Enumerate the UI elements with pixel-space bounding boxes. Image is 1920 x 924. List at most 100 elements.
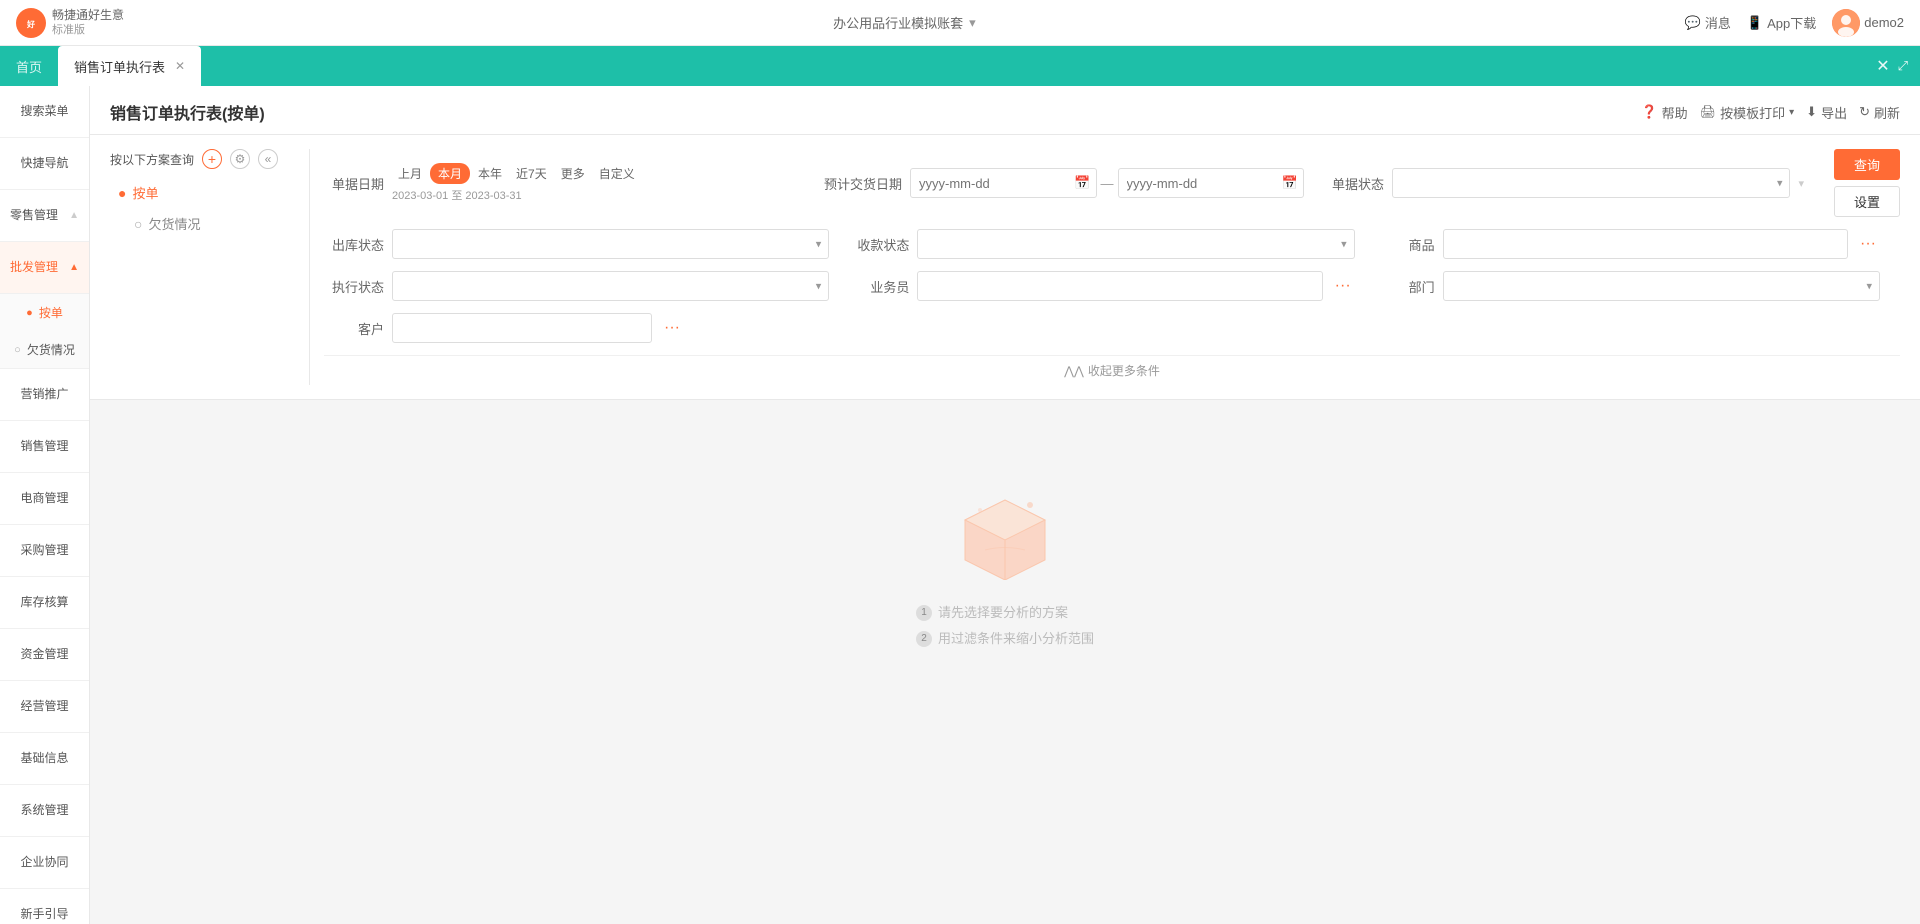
collapse-icon: ⋀⋀	[1064, 364, 1084, 378]
plan-item-order[interactable]: ● 按单	[110, 177, 295, 208]
help-btn[interactable]: ❓ 帮助	[1641, 103, 1687, 122]
date-range-sub: 2023-03-01 至 2023-03-31	[392, 187, 804, 203]
customer-more-btn[interactable]: ···	[660, 319, 684, 337]
tab-bar-right: ✕ ⤢	[1876, 56, 1920, 76]
query-btn[interactable]: 查询	[1834, 149, 1900, 180]
date-quick-7days[interactable]: 近7天	[510, 163, 553, 184]
customer-input[interactable]	[392, 313, 652, 343]
dropdown-icon[interactable]: ▾	[969, 15, 976, 31]
filter-right: 单据日期 上月 本月 本年 近7天 更多 自定义 2023-03-01 至 20…	[310, 149, 1900, 385]
sidebar-sub-item-credit[interactable]: ○ 欠货情况	[0, 331, 89, 368]
user-area[interactable]: demo2	[1832, 9, 1904, 37]
status-label: 单据状态	[1324, 174, 1384, 193]
tab-sales-order-exec[interactable]: 销售订单执行表 ✕	[58, 46, 201, 86]
plan-order-icon: ●	[118, 185, 126, 201]
empty-step-2: 2 用过滤条件来缩小分析范围	[916, 626, 1094, 652]
export-btn[interactable]: ⬇ 导出	[1806, 103, 1847, 122]
message-btn[interactable]: 💬 消息	[1685, 13, 1731, 32]
salesperson-input[interactable]	[917, 271, 1322, 301]
sidebar-sub-item-order[interactable]: ● 按单	[0, 294, 89, 331]
sidebar-item-newbie[interactable]: 新手引导	[0, 889, 89, 924]
step-num-2: 2	[916, 631, 932, 647]
expected-date-start-input[interactable]	[910, 168, 1097, 198]
add-plan-btn[interactable]: +	[202, 149, 222, 169]
empty-illustration	[945, 480, 1065, 580]
payment-status-select[interactable]	[917, 229, 1354, 259]
app-download-btn[interactable]: 📱 App下载	[1747, 13, 1816, 32]
empty-text: 1 请先选择要分析的方案 2 用过滤条件来缩小分析范围	[916, 600, 1094, 652]
sidebar-item-enterprise[interactable]: 企业协同	[0, 837, 89, 889]
sidebar-item-ecommerce[interactable]: 电商管理	[0, 473, 89, 525]
svg-text:好: 好	[26, 19, 35, 29]
sidebar-item-search[interactable]: 搜索菜单	[0, 86, 89, 138]
sidebar-item-quick-nav[interactable]: 快捷导航	[0, 138, 89, 190]
top-bar: 好 畅捷通好生意 标准版 办公用品行业模拟账套 ▾ 💬 消息 📱 App下载 d…	[0, 0, 1920, 46]
date-quick-custom[interactable]: 自定义	[593, 163, 641, 184]
filter-row-4: 客户 ···	[324, 313, 1900, 343]
sidebar-item-finance[interactable]: 资金管理	[0, 629, 89, 681]
tab-expand-btn[interactable]: ⤢	[1898, 58, 1908, 74]
help-icon: ❓	[1641, 104, 1657, 120]
expected-date-start-wrap: 📅	[910, 168, 1097, 198]
tab-close-all-btn[interactable]: ✕	[1876, 56, 1889, 76]
collapse-filter-area: ⋀⋀ 收起更多条件	[324, 355, 1900, 385]
status-select-wrapper	[1392, 168, 1790, 198]
date-separator: —	[1101, 176, 1114, 191]
tab-close-icon[interactable]: ✕	[175, 59, 185, 73]
sidebar-item-purchase[interactable]: 采购管理	[0, 525, 89, 577]
filter-group-delivery-status: 出库状态	[324, 229, 849, 259]
sidebar-item-system[interactable]: 系统管理	[0, 785, 89, 837]
status-expand-icon: ▾	[1798, 177, 1804, 190]
settings-btn[interactable]: 设置	[1834, 186, 1900, 217]
action-buttons: 查询 设置	[1834, 149, 1900, 217]
expected-date-range: 📅 — 📅	[910, 168, 1304, 198]
date-quick-more[interactable]: 更多	[555, 163, 591, 184]
sidebar-item-wholesale[interactable]: 批发管理 ▲	[0, 242, 89, 294]
main-layout: 搜索菜单 快捷导航 零售管理 ▲ 批发管理 ▲ ● 按单 ○ 欠货情况 营销推广	[0, 86, 1920, 924]
filter-group-exec-status: 执行状态	[324, 271, 849, 301]
tab-bar: 首页 销售订单执行表 ✕ ✕ ⤢	[0, 46, 1920, 86]
print-btn[interactable]: 🖨 按模板打印	[1700, 103, 1795, 122]
expected-date-end-input[interactable]	[1118, 168, 1305, 198]
avatar	[1832, 9, 1860, 37]
goods-more-btn[interactable]: ···	[1856, 235, 1880, 253]
date-quick-last-month[interactable]: 上月	[392, 163, 428, 184]
logo-area: 好 畅捷通好生意 标准版	[16, 8, 124, 38]
delivery-status-label: 出库状态	[324, 235, 384, 254]
delivery-status-select[interactable]	[392, 229, 829, 259]
date-quick-this-month[interactable]: 本月	[430, 163, 470, 184]
salesperson-label: 业务员	[849, 277, 909, 296]
filter-row-3: 执行状态 业务员 ··· 部门	[324, 271, 1900, 301]
refresh-btn[interactable]: ↻ 刷新	[1859, 103, 1900, 122]
payment-status-select-wrapper	[917, 229, 1354, 259]
top-bar-right: 💬 消息 📱 App下载 demo2	[1685, 9, 1904, 37]
salesperson-more-btn[interactable]: ···	[1331, 277, 1355, 295]
sidebar-item-inventory[interactable]: 库存核算	[0, 577, 89, 629]
plan-settings-btn[interactable]: ⚙	[230, 149, 250, 169]
dept-select[interactable]	[1443, 271, 1880, 301]
plan-collapse-btn[interactable]: «	[258, 149, 278, 169]
sidebar-item-marketing[interactable]: 营销推广	[0, 369, 89, 421]
retail-arrow-icon: ▲	[69, 209, 79, 223]
sidebar-item-basic[interactable]: 基础信息	[0, 733, 89, 785]
date-quick-this-year[interactable]: 本年	[472, 163, 508, 184]
filter-group-dept: 部门	[1375, 271, 1900, 301]
message-icon: 💬	[1685, 15, 1701, 31]
sidebar-item-operations[interactable]: 经营管理	[0, 681, 89, 733]
page-header: 销售订单执行表(按单) ❓ 帮助 🖨 按模板打印 ⬇ 导出 ↻ 刷新	[90, 86, 1920, 135]
print-icon: 🖨	[1700, 104, 1717, 120]
filter-row-2: 出库状态 收款状态	[324, 229, 1900, 259]
status-select[interactable]	[1392, 168, 1790, 198]
sidebar: 搜索菜单 快捷导航 零售管理 ▲ 批发管理 ▲ ● 按单 ○ 欠货情况 营销推广	[0, 86, 90, 924]
filter-group-payment-status: 收款状态	[849, 229, 1374, 259]
sidebar-item-retail[interactable]: 零售管理 ▲	[0, 190, 89, 242]
collapse-filter-btn[interactable]: ⋀⋀ 收起更多条件	[1064, 362, 1160, 379]
sidebar-item-sales[interactable]: 销售管理	[0, 421, 89, 473]
plan-item-credit[interactable]: ○ 欠货情况	[110, 208, 295, 239]
filter-left-header: 按以下方案查询 + ⚙ «	[110, 149, 295, 169]
logo-icon: 好	[16, 8, 46, 38]
goods-input[interactable]	[1443, 229, 1848, 259]
tab-home[interactable]: 首页	[0, 46, 58, 86]
payment-status-label: 收款状态	[849, 235, 909, 254]
exec-status-select[interactable]	[392, 271, 829, 301]
